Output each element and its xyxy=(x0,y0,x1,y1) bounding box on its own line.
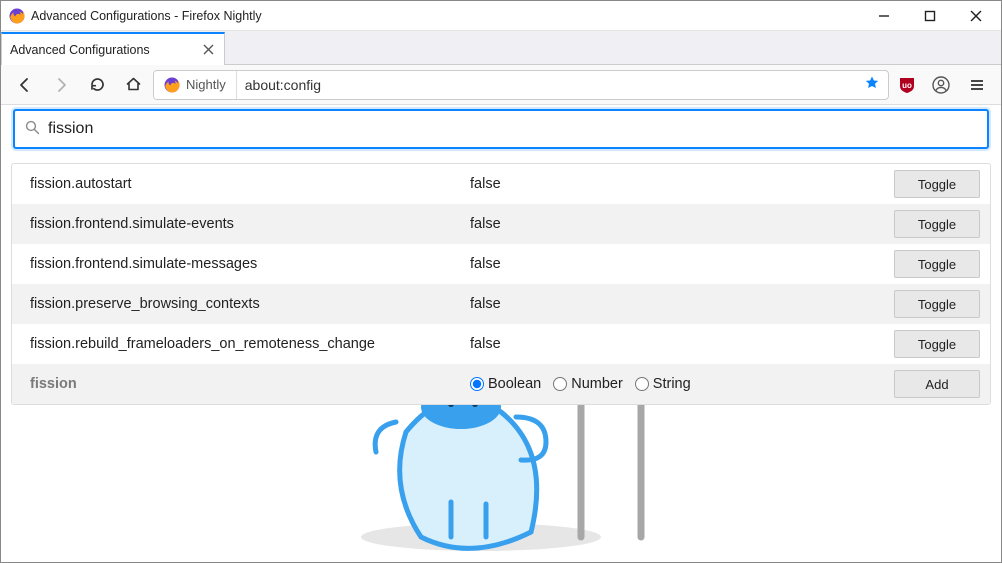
pref-value: false xyxy=(470,296,894,312)
firefox-nightly-icon xyxy=(164,77,180,93)
reload-button[interactable] xyxy=(81,69,113,101)
add-button[interactable]: Add xyxy=(894,370,980,398)
type-option-string[interactable]: String xyxy=(635,376,691,392)
account-icon[interactable] xyxy=(925,69,957,101)
pref-row: fission.preserve_browsing_contextsfalseT… xyxy=(12,284,990,324)
pref-value: false xyxy=(470,176,894,192)
window-close-button[interactable] xyxy=(953,1,999,31)
pref-name: fission.preserve_browsing_contexts xyxy=(30,296,470,312)
tab-close-button[interactable] xyxy=(200,42,216,58)
svg-text:uo: uo xyxy=(902,81,912,90)
identity-box[interactable]: Nightly xyxy=(154,71,237,99)
search-icon xyxy=(25,120,40,138)
type-radio[interactable] xyxy=(470,377,484,391)
pref-value: false xyxy=(470,256,894,272)
about-config-page: fission.autostartfalseTogglefission.fron… xyxy=(1,105,1001,562)
window-title: Advanced Configurations - Firefox Nightl… xyxy=(31,9,262,23)
new-pref-name: fission xyxy=(30,376,470,392)
url-bar[interactable]: Nightly about:config xyxy=(153,70,889,100)
toggle-button[interactable]: Toggle xyxy=(894,210,980,238)
toggle-button[interactable]: Toggle xyxy=(894,170,980,198)
bookmark-star-icon[interactable] xyxy=(856,75,888,94)
type-option-number[interactable]: Number xyxy=(553,376,623,392)
pref-name: fission.frontend.simulate-events xyxy=(30,216,470,232)
browser-tab[interactable]: Advanced Configurations xyxy=(1,32,225,65)
config-search-box[interactable] xyxy=(13,109,989,149)
toggle-button[interactable]: Toggle xyxy=(894,290,980,318)
back-button[interactable] xyxy=(9,69,41,101)
type-option-boolean[interactable]: Boolean xyxy=(470,376,541,392)
toggle-button[interactable]: Toggle xyxy=(894,330,980,358)
pref-row: fission.frontend.simulate-messagesfalseT… xyxy=(12,244,990,284)
type-label: Number xyxy=(571,376,623,392)
firefox-nightly-icon xyxy=(9,8,25,24)
window-maximize-button[interactable] xyxy=(907,1,953,31)
home-button[interactable] xyxy=(117,69,149,101)
window-titlebar: Advanced Configurations - Firefox Nightl… xyxy=(1,1,1001,31)
tab-label: Advanced Configurations xyxy=(10,43,150,57)
pref-value: false xyxy=(470,216,894,232)
config-search-input[interactable] xyxy=(48,120,977,138)
new-pref-type-selector: Boolean Number String xyxy=(470,376,894,392)
identity-label: Nightly xyxy=(186,77,226,92)
pref-name: fission.autostart xyxy=(30,176,470,192)
ublock-origin-icon[interactable]: uo xyxy=(893,71,921,99)
pref-row: fission.frontend.simulate-eventsfalseTog… xyxy=(12,204,990,244)
app-menu-button[interactable] xyxy=(961,69,993,101)
window-minimize-button[interactable] xyxy=(861,1,907,31)
nav-toolbar: Nightly about:config uo xyxy=(1,65,1001,105)
type-label: String xyxy=(653,376,691,392)
pref-name: fission.frontend.simulate-messages xyxy=(30,256,470,272)
type-radio[interactable] xyxy=(635,377,649,391)
tab-strip: Advanced Configurations xyxy=(1,31,1001,65)
toggle-button[interactable]: Toggle xyxy=(894,250,980,278)
forward-button[interactable] xyxy=(45,69,77,101)
pref-row: fission.rebuild_frameloaders_on_remotene… xyxy=(12,324,990,364)
pref-value: false xyxy=(470,336,894,352)
type-label: Boolean xyxy=(488,376,541,392)
pref-name: fission.rebuild_frameloaders_on_remotene… xyxy=(30,336,470,352)
preferences-table: fission.autostartfalseTogglefission.fron… xyxy=(11,163,991,405)
pref-row: fission.autostartfalseToggle xyxy=(12,164,990,204)
type-radio[interactable] xyxy=(553,377,567,391)
url-text: about:config xyxy=(237,77,329,93)
new-pref-row: fission Boolean Number String Add xyxy=(12,364,990,404)
